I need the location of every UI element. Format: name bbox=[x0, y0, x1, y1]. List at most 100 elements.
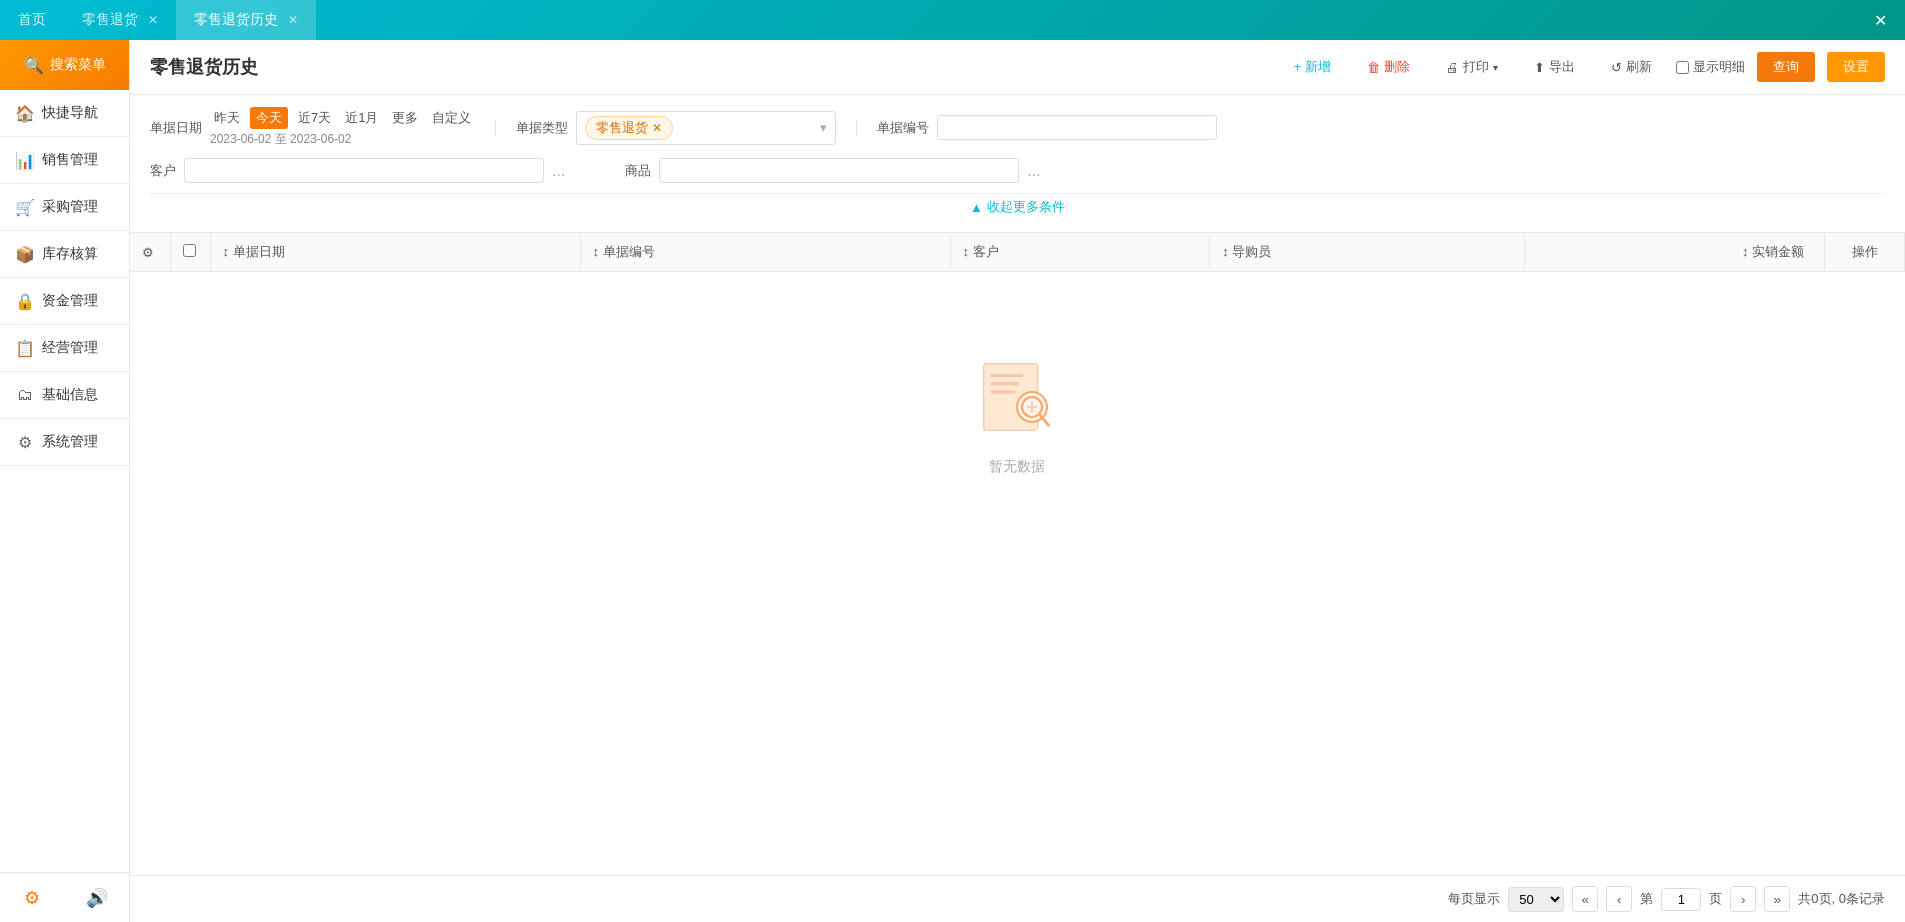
sidebar-search-label: 搜索菜单 bbox=[50, 56, 106, 74]
customer-input[interactable] bbox=[184, 158, 544, 183]
audio-bottom-icon[interactable]: 🔊 bbox=[81, 882, 113, 914]
goods-input[interactable] bbox=[659, 158, 1019, 183]
filter-goods: 商品 ... bbox=[625, 158, 1040, 183]
filter-row-2: 客户 ... 商品 ... bbox=[150, 158, 1885, 183]
select-all-checkbox[interactable] bbox=[183, 244, 196, 257]
type-tag-close[interactable]: ✕ bbox=[652, 121, 662, 135]
th-action: 操作 bbox=[1825, 233, 1905, 272]
th-check[interactable] bbox=[170, 233, 210, 272]
sidebar-item-operation-label: 经营管理 bbox=[42, 339, 98, 357]
settings-bottom-icon[interactable]: ⚙ bbox=[16, 882, 48, 914]
date-option-7days[interactable]: 近7天 bbox=[294, 107, 335, 129]
type-chevron-icon: ▾ bbox=[820, 120, 827, 135]
sidebar-item-system[interactable]: ⚙ 系统管理 bbox=[0, 419, 129, 466]
th-number[interactable]: ↕ 单据编号 bbox=[580, 233, 950, 272]
tab-home-label: 首页 bbox=[18, 11, 46, 29]
basic-info-icon: 🗂 bbox=[16, 386, 34, 404]
content-area: 零售退货历史 + 新增 🗑 删除 🖨 打印 ▾ ⬆ 导出 ↺ bbox=[130, 40, 1905, 922]
last-page-button[interactable]: » bbox=[1764, 886, 1790, 912]
tab-retail-return-label: 零售退货 bbox=[82, 11, 138, 29]
sidebar-search[interactable]: 🔍 搜索菜单 bbox=[0, 40, 129, 90]
date-option-today[interactable]: 今天 bbox=[250, 107, 288, 129]
display-detail-checkbox[interactable] bbox=[1676, 61, 1689, 74]
sidebar-item-purchase-mgmt[interactable]: 🛒 采购管理 bbox=[0, 184, 129, 231]
customer-dots[interactable]: ... bbox=[552, 162, 565, 180]
tab-retail-return[interactable]: 零售退货 ✕ bbox=[64, 0, 176, 40]
delete-label: 删除 bbox=[1384, 58, 1410, 76]
per-page-select[interactable]: 50 10 20 100 bbox=[1508, 887, 1564, 912]
sidebar-item-quick-nav-label: 快捷导航 bbox=[42, 104, 98, 122]
empty-text: 暂无数据 bbox=[989, 458, 1045, 476]
window-close-button[interactable]: ✕ bbox=[1855, 0, 1905, 40]
date-option-yesterday[interactable]: 昨天 bbox=[210, 107, 244, 129]
sidebar-item-basic-info[interactable]: 🗂 基础信息 bbox=[0, 372, 129, 419]
svg-rect-1 bbox=[991, 374, 1024, 377]
goods-dots[interactable]: ... bbox=[1027, 162, 1040, 180]
sidebar-item-quick-nav[interactable]: 🏠 快捷导航 bbox=[0, 90, 129, 137]
tab-home[interactable]: 首页 bbox=[0, 0, 64, 40]
display-detail-checkbox-label[interactable]: 显示明细 bbox=[1676, 58, 1745, 76]
sidebar-menu: 🏠 快捷导航 📊 销售管理 🛒 采购管理 📦 库存核算 🔒 资金管理 📋 bbox=[0, 90, 129, 872]
new-button[interactable]: + 新增 bbox=[1282, 52, 1343, 82]
first-page-button[interactable]: « bbox=[1572, 886, 1598, 912]
print-button[interactable]: 🖨 打印 ▾ bbox=[1434, 52, 1510, 82]
svg-rect-3 bbox=[991, 390, 1016, 393]
sidebar-item-inventory-label: 库存核算 bbox=[42, 245, 98, 263]
date-option-1month[interactable]: 近1月 bbox=[341, 107, 382, 129]
next-page-button[interactable]: › bbox=[1730, 886, 1756, 912]
data-table: ⚙ ↕ 单据日期 ↕ 单据编号 ↕ 客户 bbox=[130, 233, 1905, 556]
display-detail-label: 显示明细 bbox=[1693, 58, 1745, 76]
th-guide-label: ↕ 导购员 bbox=[1222, 244, 1271, 259]
collapse-up-icon: ▲ bbox=[970, 200, 983, 215]
th-number-label: ↕ 单据编号 bbox=[593, 244, 655, 259]
table-settings-icon[interactable]: ⚙ bbox=[142, 245, 154, 260]
date-option-custom[interactable]: 自定义 bbox=[428, 107, 475, 129]
sidebar-item-operation[interactable]: 📋 经营管理 bbox=[0, 325, 129, 372]
query-button[interactable]: 查询 bbox=[1757, 52, 1815, 82]
empty-illustration bbox=[967, 352, 1067, 442]
divider-2 bbox=[856, 120, 857, 136]
sidebar-item-inventory[interactable]: 📦 库存核算 bbox=[0, 231, 129, 278]
export-button[interactable]: ⬆ 导出 bbox=[1522, 52, 1587, 82]
th-customer[interactable]: ↕ 客户 bbox=[950, 233, 1210, 272]
inventory-icon: 📦 bbox=[16, 245, 34, 263]
th-guide[interactable]: ↕ 导购员 bbox=[1210, 233, 1525, 272]
delete-button[interactable]: 🗑 删除 bbox=[1355, 52, 1422, 82]
tab-list: 首页 零售退货 ✕ 零售退货历史 ✕ bbox=[0, 0, 1855, 40]
th-date[interactable]: ↕ 单据日期 bbox=[210, 233, 580, 272]
th-amount[interactable]: ↕ 实销金额 bbox=[1525, 233, 1825, 272]
doc-number-label: 单据编号 bbox=[877, 119, 929, 137]
refresh-label: 刷新 bbox=[1626, 58, 1652, 76]
sidebar-item-purchase-mgmt-label: 采购管理 bbox=[42, 198, 98, 216]
date-option-more[interactable]: 更多 bbox=[388, 107, 422, 129]
filter-row-1: 单据日期 昨天 今天 近7天 近1月 更多 自定义 2023-06-02 至 2… bbox=[150, 107, 1885, 148]
collapse-bar[interactable]: ▲ 收起更多条件 bbox=[150, 193, 1885, 220]
page-prefix-label: 第 bbox=[1640, 890, 1653, 908]
quick-nav-icon: 🏠 bbox=[16, 104, 34, 122]
th-settings[interactable]: ⚙ bbox=[130, 233, 170, 272]
type-select[interactable]: 零售退货 ✕ ▾ bbox=[576, 111, 836, 145]
table-area: ⚙ ↕ 单据日期 ↕ 单据编号 ↕ 客户 bbox=[130, 233, 1905, 875]
type-tag-label: 零售退货 bbox=[596, 119, 648, 137]
th-action-label: 操作 bbox=[1852, 244, 1878, 259]
tab-retail-return-history-close[interactable]: ✕ bbox=[288, 13, 298, 27]
empty-state: 暂无数据 bbox=[130, 272, 1905, 556]
settings-button[interactable]: 设置 bbox=[1827, 52, 1885, 82]
header-actions: + 新增 🗑 删除 🖨 打印 ▾ ⬆ 导出 ↺ 刷新 bbox=[1282, 52, 1885, 82]
tab-retail-return-history[interactable]: 零售退货历史 ✕ bbox=[176, 0, 316, 40]
type-tag: 零售退货 ✕ bbox=[585, 116, 673, 140]
table-header-row: ⚙ ↕ 单据日期 ↕ 单据编号 ↕ 客户 bbox=[130, 233, 1905, 272]
th-customer-label: ↕ 客户 bbox=[963, 244, 999, 259]
refresh-button[interactable]: ↺ 刷新 bbox=[1599, 52, 1664, 82]
page-number-input[interactable] bbox=[1661, 888, 1701, 911]
date-options: 昨天 今天 近7天 近1月 更多 自定义 2023-06-02 至 2023-0… bbox=[210, 107, 475, 148]
empty-cell: 暂无数据 bbox=[130, 272, 1905, 557]
sidebar-item-sales-mgmt[interactable]: 📊 销售管理 bbox=[0, 137, 129, 184]
sidebar: 🔍 搜索菜单 🏠 快捷导航 📊 销售管理 🛒 采购管理 📦 库存核算 🔒 bbox=[0, 40, 130, 922]
prev-page-button[interactable]: ‹ bbox=[1606, 886, 1632, 912]
doc-number-input[interactable] bbox=[937, 115, 1217, 140]
tab-retail-return-close[interactable]: ✕ bbox=[148, 13, 158, 27]
sidebar-item-finance[interactable]: 🔒 资金管理 bbox=[0, 278, 129, 325]
next-page-icon: › bbox=[1741, 892, 1745, 907]
filter-doc-number: 单据编号 bbox=[877, 115, 1217, 140]
